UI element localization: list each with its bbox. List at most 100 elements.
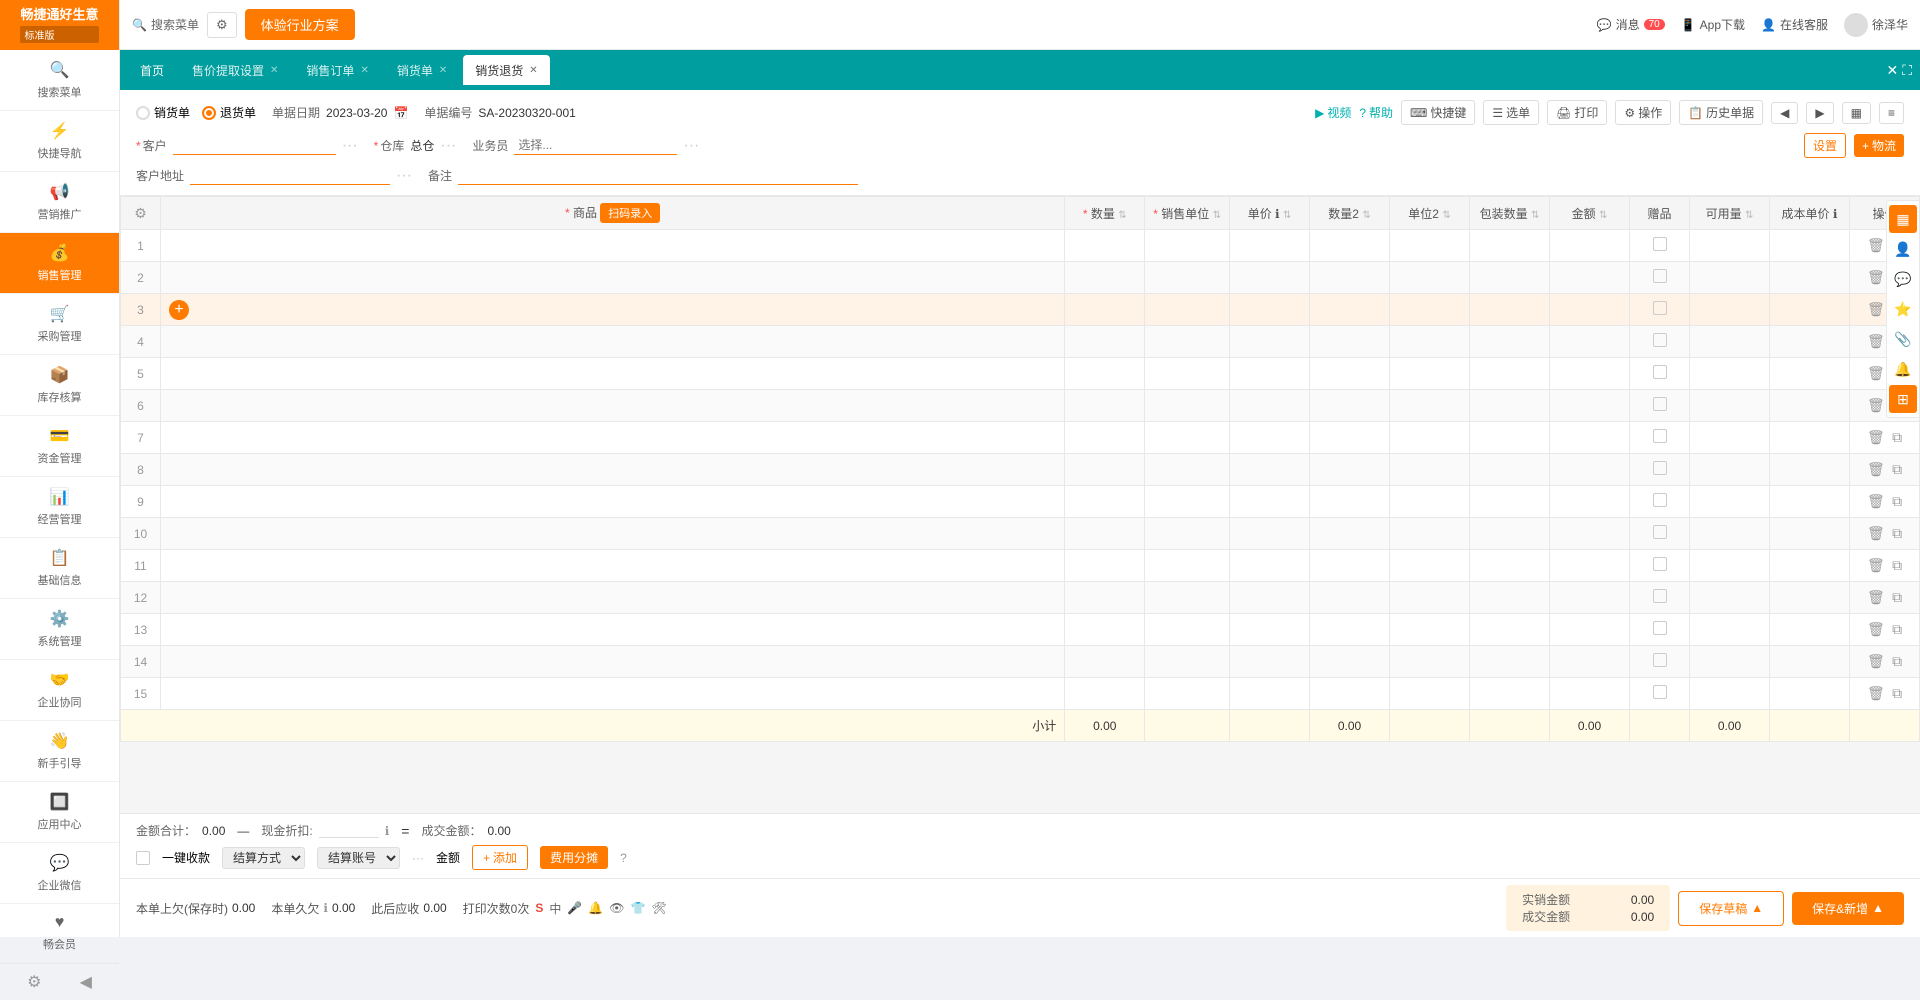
cell-qty2-9[interactable] <box>1310 486 1390 518</box>
sidebar-item-enterprise[interactable]: 🤝 企业协同 <box>0 660 119 721</box>
cell-qty2-15[interactable] <box>1310 678 1390 710</box>
calendar-icon[interactable]: 📅 <box>393 106 408 120</box>
cell-price-10[interactable] <box>1230 518 1310 550</box>
cell-unit-15[interactable] <box>1145 678 1230 710</box>
gift-checkbox-4[interactable] <box>1653 333 1667 347</box>
cell-cost-4[interactable] <box>1770 326 1850 358</box>
message-icon-group[interactable]: 💬 消息 70 <box>1597 16 1665 33</box>
cell-ops-7[interactable]: 🗑 ⧉ <box>1850 422 1920 454</box>
cell-qty2-1[interactable] <box>1310 230 1390 262</box>
cell-cost-10[interactable] <box>1770 518 1850 550</box>
cell-qty-7[interactable] <box>1065 422 1145 454</box>
cell-unit-10[interactable] <box>1145 518 1230 550</box>
rt-star-icon[interactable]: ⭐ <box>1889 295 1917 323</box>
account-method-select[interactable]: 结算方式 <box>222 847 305 869</box>
cell-product-15[interactable] <box>161 678 1065 710</box>
one-click-payment-checkbox[interactable] <box>136 851 150 865</box>
avail-sort-icon[interactable]: ⇅ <box>1745 210 1753 221</box>
cell-price-7[interactable] <box>1230 422 1310 454</box>
sidebar-settings-icon[interactable]: ⚙ <box>27 972 41 992</box>
online-service[interactable]: 👤 在线客服 <box>1761 16 1828 33</box>
copy-row-button-13[interactable]: ⧉ <box>1890 619 1904 640</box>
customer-input[interactable] <box>173 136 336 155</box>
sidebar-item-inventory[interactable]: 📦 库存核算 <box>0 355 119 416</box>
cell-product-1[interactable] <box>161 230 1065 262</box>
note-input[interactable] <box>458 166 858 185</box>
cell-unit2-11[interactable] <box>1390 550 1470 582</box>
cell-price-15[interactable] <box>1230 678 1310 710</box>
cell-avail-12[interactable] <box>1690 582 1770 614</box>
cell-price-5[interactable] <box>1230 358 1310 390</box>
gift-checkbox-10[interactable] <box>1653 525 1667 539</box>
gift-checkbox-3[interactable] <box>1653 301 1667 315</box>
delete-row-button-3[interactable]: 🗑 <box>1865 299 1887 320</box>
gift-checkbox-15[interactable] <box>1653 685 1667 699</box>
sidebar-collapse-icon[interactable]: ◀ <box>80 972 92 992</box>
amount-sort-icon[interactable]: ⇅ <box>1599 210 1607 221</box>
cell-price-14[interactable] <box>1230 646 1310 678</box>
cell-pack-4[interactable] <box>1470 326 1550 358</box>
gift-checkbox-12[interactable] <box>1653 589 1667 603</box>
cell-price-2[interactable] <box>1230 262 1310 294</box>
cell-ops-15[interactable]: 🗑 ⧉ <box>1850 678 1920 710</box>
cell-cost-7[interactable] <box>1770 422 1850 454</box>
cell-amount-4[interactable] <box>1550 326 1630 358</box>
cell-unit2-5[interactable] <box>1390 358 1470 390</box>
cell-pack-9[interactable] <box>1470 486 1550 518</box>
gift-checkbox-14[interactable] <box>1653 653 1667 667</box>
cell-qty-6[interactable] <box>1065 390 1145 422</box>
cell-ops-11[interactable]: 🗑 ⧉ <box>1850 550 1920 582</box>
delete-row-button-6[interactable]: 🗑 <box>1865 395 1887 416</box>
cell-price-8[interactable] <box>1230 454 1310 486</box>
date-value[interactable]: 2023-03-20 <box>326 106 387 120</box>
tab-sales-order[interactable]: 销售订单✕ <box>294 55 380 85</box>
cell-unit2-1[interactable] <box>1390 230 1470 262</box>
fee-split-button[interactable]: 费用分摊 <box>540 846 608 869</box>
warehouse-select-btn[interactable]: ··· <box>440 137 456 155</box>
history-button[interactable]: 📋 历史单据 <box>1679 100 1763 125</box>
cell-unit-8[interactable] <box>1145 454 1230 486</box>
cell-gift-2[interactable] <box>1630 262 1690 294</box>
cell-product-7[interactable] <box>161 422 1065 454</box>
cell-unit-1[interactable] <box>1145 230 1230 262</box>
user-info[interactable]: 徐泽华 <box>1844 13 1908 37</box>
add-row-button[interactable]: + <box>169 300 189 320</box>
cell-unit-12[interactable] <box>1145 582 1230 614</box>
cell-amount-13[interactable] <box>1550 614 1630 646</box>
gift-checkbox-5[interactable] <box>1653 365 1667 379</box>
cell-cost-15[interactable] <box>1770 678 1850 710</box>
cell-qty2-14[interactable] <box>1310 646 1390 678</box>
cell-avail-2[interactable] <box>1690 262 1770 294</box>
cell-qty-9[interactable] <box>1065 486 1145 518</box>
cell-gift-4[interactable] <box>1630 326 1690 358</box>
cell-pack-1[interactable] <box>1470 230 1550 262</box>
sidebar-item-wechat[interactable]: 💬 企业微信 <box>0 843 119 904</box>
cell-pack-7[interactable] <box>1470 422 1550 454</box>
cell-gift-11[interactable] <box>1630 550 1690 582</box>
gift-checkbox-8[interactable] <box>1653 461 1667 475</box>
cell-gift-10[interactable] <box>1630 518 1690 550</box>
help-link[interactable]: ? 帮助 <box>1359 104 1393 121</box>
salesperson-input[interactable] <box>514 136 677 155</box>
cell-gift-8[interactable] <box>1630 454 1690 486</box>
cell-ops-10[interactable]: 🗑 ⧉ <box>1850 518 1920 550</box>
cell-gift-15[interactable] <box>1630 678 1690 710</box>
save-draft-button[interactable]: 保存草稿 ▲ <box>1678 891 1784 926</box>
sidebar-item-member[interactable]: ♥ 畅会员 <box>0 904 119 963</box>
cell-avail-5[interactable] <box>1690 358 1770 390</box>
print-button[interactable]: 🖨 打印 <box>1547 100 1607 125</box>
cell-price-13[interactable] <box>1230 614 1310 646</box>
search-menu[interactable]: 🔍 搜索菜单 <box>132 16 199 33</box>
cell-gift-1[interactable] <box>1630 230 1690 262</box>
discount-input[interactable] <box>319 823 379 838</box>
cell-qty2-3[interactable] <box>1310 294 1390 326</box>
grid-view-button[interactable]: ▦ <box>1842 102 1871 124</box>
cell-qty-3[interactable] <box>1065 294 1145 326</box>
app-download[interactable]: 📱 App下载 <box>1681 16 1745 33</box>
cell-product-11[interactable] <box>161 550 1065 582</box>
delete-row-button-1[interactable]: 🗑 <box>1865 235 1887 256</box>
cell-gift-13[interactable] <box>1630 614 1690 646</box>
product-input-3[interactable] <box>193 303 313 317</box>
cell-cost-9[interactable] <box>1770 486 1850 518</box>
select-button[interactable]: ☰ 选单 <box>1483 100 1539 125</box>
